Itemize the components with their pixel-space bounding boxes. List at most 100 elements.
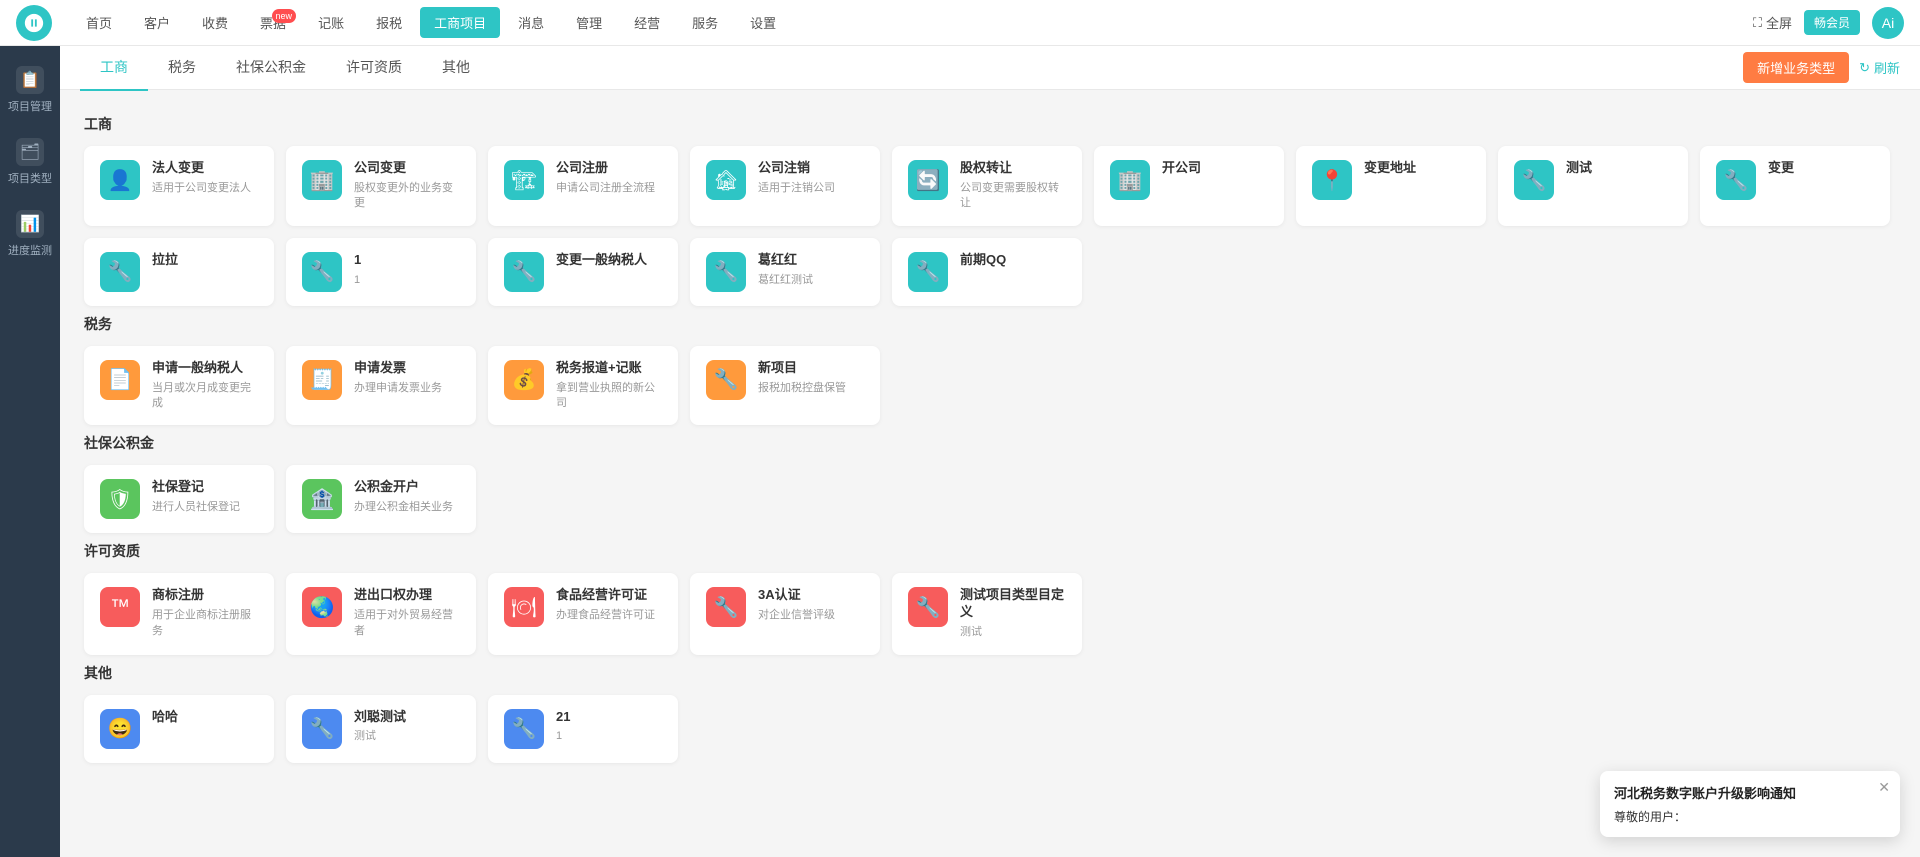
notification-close[interactable]: ✕: [1878, 779, 1890, 796]
sidebar-label: 进度监测: [8, 242, 52, 258]
card-desc: 葛红红测试: [758, 273, 864, 288]
card-icon: ™: [100, 587, 140, 627]
card-item[interactable]: 🍽 食品经营许可证 办理食品经营许可证: [488, 573, 678, 654]
card-item[interactable]: 📄 申请一般纳税人 当月或次月成变更完成: [84, 346, 274, 426]
card-item[interactable]: ™ 商标注册 用于企业商标注册服务: [84, 573, 274, 654]
nav-item-客户[interactable]: 客户: [130, 7, 184, 38]
card-item[interactable]: 🛡 社保登记 进行人员社保登记: [84, 465, 274, 533]
card-info: 商标注册 用于企业商标注册服务: [152, 587, 258, 639]
card-item[interactable]: 🔧 测试: [1498, 146, 1688, 226]
nav-item-报税[interactable]: 报税: [362, 7, 416, 38]
card-desc: 股权变更外的业务变更: [354, 181, 460, 212]
card-icon: 🏚: [706, 160, 746, 200]
card-item[interactable]: 🔧 1 1: [286, 238, 476, 306]
card-item[interactable]: 🔧 变更一般纳税人: [488, 238, 678, 306]
card-info: 3A认证 对企业信誉评级: [758, 587, 864, 623]
card-icon: 🔧: [302, 252, 342, 292]
card-item[interactable]: 🔧 变更: [1700, 146, 1890, 226]
card-info: 公司变更 股权变更外的业务变更: [354, 160, 460, 212]
card-name: 社保登记: [152, 479, 258, 496]
app-logo[interactable]: [16, 5, 52, 41]
card-desc: 进行人员社保登记: [152, 500, 258, 515]
tab-bar: 工商税务社保公积金许可资质其他 新增业务类型 ↻ 刷新: [60, 46, 1920, 90]
card-icon: 🔧: [1716, 160, 1756, 200]
sidebar-icon: 📊: [16, 210, 44, 238]
card-item[interactable]: 🔧 21 1: [488, 695, 678, 763]
card-icon: 🔧: [302, 709, 342, 749]
card-name: 变更地址: [1364, 160, 1470, 177]
card-info: 1 1: [354, 252, 460, 288]
card-desc: 适用于公司变更法人: [152, 181, 258, 196]
card-item[interactable]: 🏦 公积金开户 办理公积金相关业务: [286, 465, 476, 533]
card-item[interactable]: 🏢 开公司: [1094, 146, 1284, 226]
card-info: 进出口权办理 适用于对外贸易经营者: [354, 587, 460, 639]
tab-税务[interactable]: 税务: [148, 45, 216, 91]
card-item[interactable]: 🏢 公司变更 股权变更外的业务变更: [286, 146, 476, 226]
card-item[interactable]: 🔧 前期QQ: [892, 238, 1082, 306]
card-icon: 🔧: [1514, 160, 1554, 200]
card-item[interactable]: 🔧 新项目 报税加税控盘保管: [690, 346, 880, 426]
card-name: 新项目: [758, 360, 864, 377]
nav-item-记账[interactable]: 记账: [304, 7, 358, 38]
card-item[interactable]: 📍 变更地址: [1296, 146, 1486, 226]
card-name: 3A认证: [758, 587, 864, 604]
section-税务: 税务 📄 申请一般纳税人 当月或次月成变更完成 🧾 申请发票 办理申请发票业务 …: [84, 314, 1896, 426]
section-其他: 其他 😄 哈哈 🔧 刘聪测试 测试 🔧 21 1: [84, 663, 1896, 763]
refresh-icon: ↻: [1859, 60, 1870, 76]
card-info: 葛红红 葛红红测试: [758, 252, 864, 288]
fullscreen-btn[interactable]: ⛶ 全屏: [1753, 13, 1792, 32]
card-name: 进出口权办理: [354, 587, 460, 604]
add-type-button[interactable]: 新增业务类型: [1743, 52, 1849, 83]
tab-其他[interactable]: 其他: [422, 45, 490, 91]
tab-许可资质[interactable]: 许可资质: [326, 45, 422, 91]
card-item[interactable]: 🔧 测试项目类型目定义 测试: [892, 573, 1082, 654]
card-info: 社保登记 进行人员社保登记: [152, 479, 258, 515]
avatar[interactable]: Ai: [1872, 7, 1904, 39]
refresh-button[interactable]: ↻ 刷新: [1859, 58, 1900, 77]
card-item[interactable]: 🏚 公司注销 适用于注销公司: [690, 146, 880, 226]
section-title: 社保公积金: [84, 433, 1896, 453]
sidebar-item-进度监测[interactable]: 📊 进度监测: [0, 200, 60, 268]
nav-item-管理[interactable]: 管理: [562, 7, 616, 38]
card-item[interactable]: 🧾 申请发票 办理申请发票业务: [286, 346, 476, 426]
nav-item-消息[interactable]: 消息: [504, 7, 558, 38]
sidebar-item-项目管理[interactable]: 📋 项目管理: [0, 56, 60, 124]
nav-items: 首页客户收费票据new记账报税工商项目消息管理经营服务设置: [72, 7, 1753, 38]
cards-grid: 😄 哈哈 🔧 刘聪测试 测试 🔧 21 1: [84, 695, 1896, 763]
card-name: 法人变更: [152, 160, 258, 177]
nav-item-收费[interactable]: 收费: [188, 7, 242, 38]
nav-item-首页[interactable]: 首页: [72, 7, 126, 38]
card-item[interactable]: 💰 税务报道+记账 拿到营业执照的新公司: [488, 346, 678, 426]
card-info: 股权转让 公司变更需要股权转让: [960, 160, 1066, 212]
card-name: 股权转让: [960, 160, 1066, 177]
card-item[interactable]: 🔧 刘聪测试 测试: [286, 695, 476, 763]
cards-grid: ™ 商标注册 用于企业商标注册服务 🌏 进出口权办理 适用于对外贸易经营者 🍽 …: [84, 573, 1896, 654]
card-item[interactable]: 🔧 葛红红 葛红红测试: [690, 238, 880, 306]
nav-item-服务[interactable]: 服务: [678, 7, 732, 38]
card-item[interactable]: 🔧 3A认证 对企业信誉评级: [690, 573, 880, 654]
card-desc: 办理申请发票业务: [354, 381, 460, 396]
card-name: 1: [354, 252, 460, 269]
nav-item-设置[interactable]: 设置: [736, 7, 790, 38]
nav-item-经营[interactable]: 经营: [620, 7, 674, 38]
sidebar-item-项目类型[interactable]: 🗂 项目类型: [0, 128, 60, 196]
card-item[interactable]: 🌏 进出口权办理 适用于对外贸易经营者: [286, 573, 476, 654]
card-item[interactable]: 🔄 股权转让 公司变更需要股权转让: [892, 146, 1082, 226]
section-title: 许可资质: [84, 541, 1896, 561]
card-info: 哈哈: [152, 709, 258, 730]
card-info: 测试: [1566, 160, 1672, 181]
card-item[interactable]: 🏗 公司注册 申请公司注册全流程: [488, 146, 678, 226]
card-info: 公积金开户 办理公积金相关业务: [354, 479, 460, 515]
tab-社保公积金[interactable]: 社保公积金: [216, 45, 326, 91]
nav-item-工商项目[interactable]: 工商项目: [420, 7, 500, 38]
section-许可资质: 许可资质 ™ 商标注册 用于企业商标注册服务 🌏 进出口权办理 适用于对外贸易经…: [84, 541, 1896, 654]
fullscreen-icon: ⛶: [1753, 15, 1762, 31]
vip-button[interactable]: 畅会员: [1804, 10, 1860, 35]
card-item[interactable]: 👤 法人变更 适用于公司变更法人: [84, 146, 274, 226]
card-icon: 🔧: [504, 709, 544, 749]
tab-工商[interactable]: 工商: [80, 45, 148, 91]
card-item[interactable]: 🔧 拉拉: [84, 238, 274, 306]
section-title: 税务: [84, 314, 1896, 334]
nav-item-票据[interactable]: 票据new: [246, 7, 300, 38]
card-item[interactable]: 😄 哈哈: [84, 695, 274, 763]
